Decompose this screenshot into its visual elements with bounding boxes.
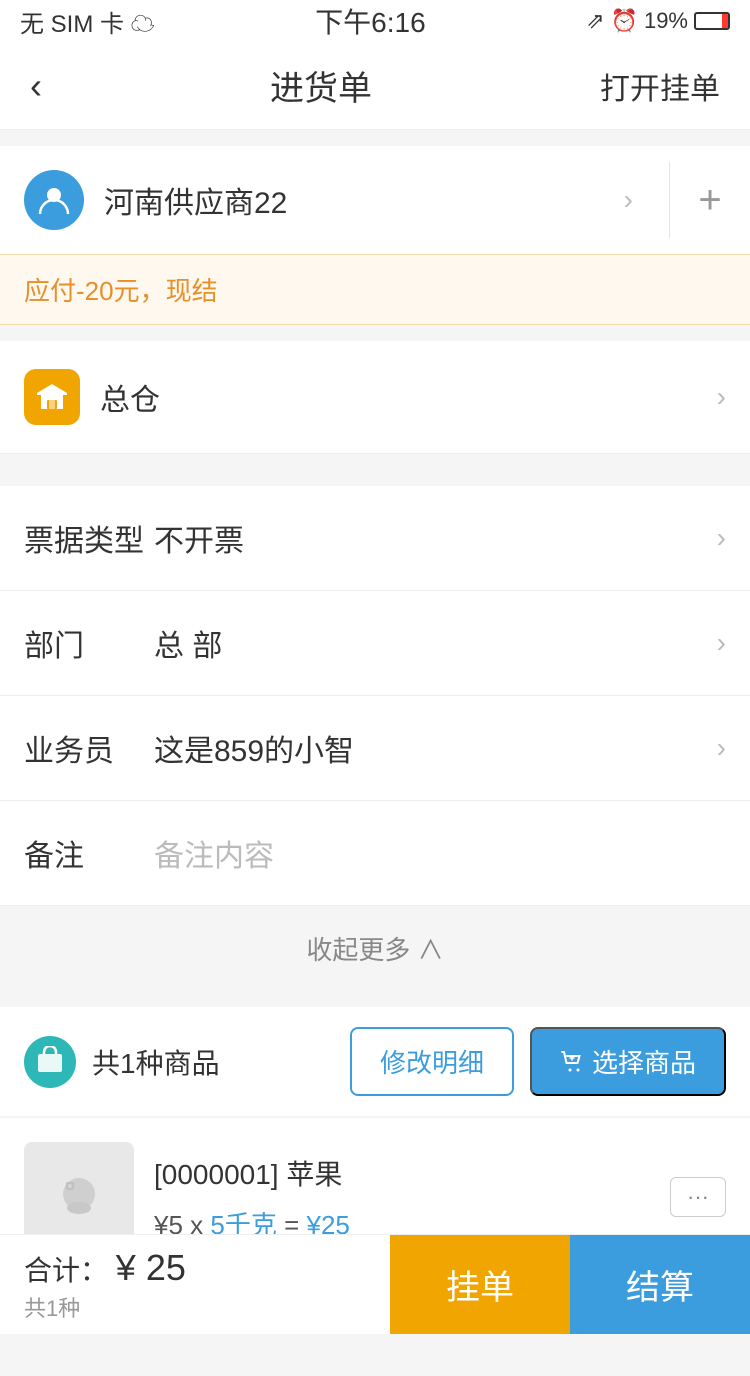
warehouse-row[interactable]: 总仓 › — [0, 341, 750, 454]
supplier-select[interactable]: 河南供应商22 › — [0, 146, 669, 254]
product-more-button[interactable]: ··· — [670, 1177, 726, 1217]
collapse-bar[interactable]: 收起更多 ∧ — [0, 905, 750, 991]
back-button[interactable]: ‹ — [30, 65, 42, 107]
department-value: 总 部 — [154, 621, 717, 665]
hang-button[interactable]: 挂单 — [390, 1235, 570, 1334]
notice-banner: 应付-20元，现结 — [0, 254, 750, 325]
battery-icon — [694, 12, 730, 30]
product-title: 苹果 — [286, 1159, 342, 1190]
page-title: 进货单 — [270, 61, 372, 110]
location-icon: ⇗ — [586, 8, 604, 34]
supplier-chevron-icon: › — [624, 184, 633, 216]
nav-bar: ‹ 进货单 打开挂单 — [0, 42, 750, 130]
ticket-type-value: 不开票 — [154, 516, 717, 560]
select-product-button[interactable]: 选择商品 — [530, 1027, 726, 1096]
supplier-avatar — [24, 170, 84, 230]
department-row[interactable]: 部门 总 部 › — [0, 591, 750, 696]
remark-row[interactable]: 备注 备注内容 — [0, 801, 750, 905]
section-divider-3 — [0, 454, 750, 470]
modify-detail-button[interactable]: 修改明细 — [350, 1027, 514, 1096]
department-label: 部门 — [24, 621, 154, 665]
total-row: 合计： ¥ 25 — [24, 1247, 366, 1289]
product-header-icon — [24, 1036, 76, 1088]
product-code: [0000001] — [154, 1159, 279, 1190]
status-right: ⇗ ⏰ 19% — [586, 8, 730, 34]
salesperson-label: 业务员 — [24, 726, 154, 770]
form-section: 票据类型 不开票 › 部门 总 部 › 业务员 这是859的小智 › 备注 备注… — [0, 486, 750, 905]
checkout-button[interactable]: 结算 — [570, 1235, 750, 1334]
ticket-type-chevron-icon: › — [717, 522, 726, 554]
remark-label: 备注 — [24, 831, 154, 875]
status-bar: 无 SIM 卡 ☁ 下午6:16 ⇗ ⏰ 19% — [0, 0, 750, 42]
product-count-label: 共1种商品 — [92, 1042, 334, 1082]
status-time: 下午6:16 — [315, 1, 426, 41]
total-label: 合计： — [24, 1255, 108, 1286]
supplier-name: 河南供应商22 — [104, 178, 624, 222]
cart-icon — [560, 1050, 584, 1074]
remark-input[interactable]: 备注内容 — [154, 831, 726, 875]
select-product-label: 选择商品 — [592, 1043, 696, 1080]
open-hang-button[interactable]: 打开挂单 — [600, 64, 720, 108]
battery-label: 19% — [644, 8, 688, 34]
salesperson-value: 这是859的小智 — [154, 726, 717, 770]
supplier-add-button[interactable]: + — [670, 146, 750, 254]
product-name: [0000001] 苹果 — [154, 1153, 650, 1193]
total-section: 合计： ¥ 25 共1种 — [0, 1235, 390, 1334]
alarm-icon: ⏰ — [611, 8, 638, 34]
warehouse-chevron-icon: › — [717, 381, 726, 413]
product-header: 共1种商品 修改明细 选择商品 — [0, 1007, 750, 1116]
department-chevron-icon: › — [717, 627, 726, 659]
total-count: 共1种 — [24, 1291, 366, 1323]
total-amount: ¥ 25 — [116, 1247, 186, 1288]
warehouse-label: 总仓 — [100, 375, 717, 419]
section-divider-1 — [0, 130, 750, 146]
warehouse-icon — [24, 369, 80, 425]
section-divider-2 — [0, 325, 750, 341]
product-info: [0000001] 苹果 ¥5 x 5千克 = ¥25 — [154, 1153, 650, 1242]
salesperson-chevron-icon: › — [717, 732, 726, 764]
supplier-section: 河南供应商22 › + — [0, 146, 750, 254]
status-left: 无 SIM 卡 ☁ — [20, 4, 155, 39]
salesperson-row[interactable]: 业务员 这是859的小智 › — [0, 696, 750, 801]
bottom-bar: 合计： ¥ 25 共1种 挂单 结算 — [0, 1234, 750, 1334]
sim-label: 无 SIM 卡 ☁ — [20, 4, 155, 39]
section-divider-4 — [0, 991, 750, 1007]
ticket-type-row[interactable]: 票据类型 不开票 › — [0, 486, 750, 591]
ticket-type-label: 票据类型 — [24, 516, 154, 560]
